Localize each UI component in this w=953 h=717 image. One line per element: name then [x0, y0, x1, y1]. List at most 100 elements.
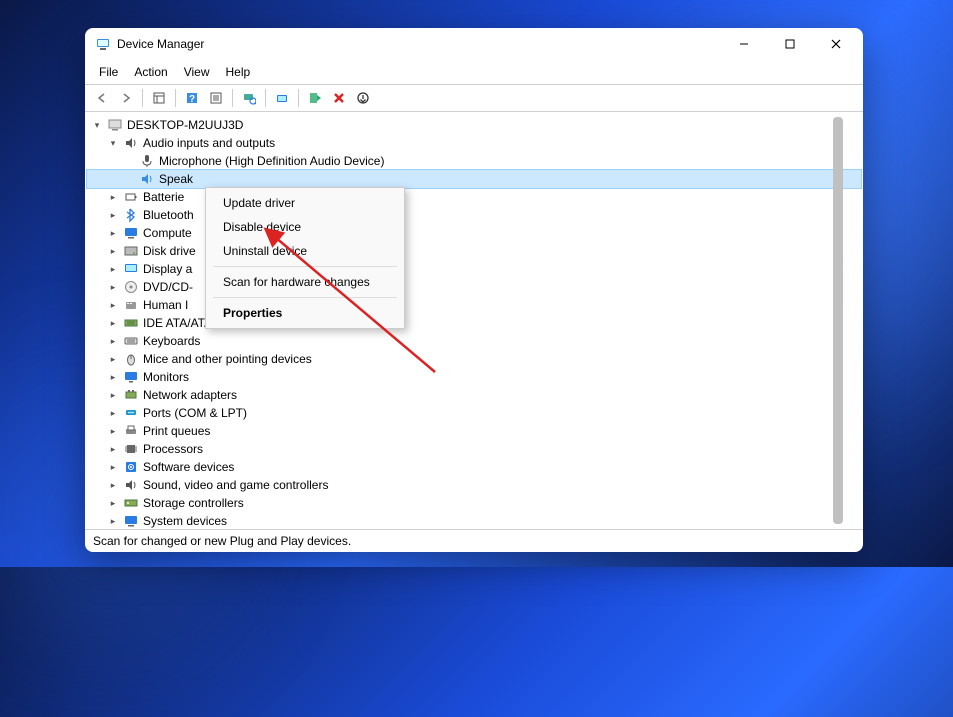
- tree-item-microphone[interactable]: Microphone (High Definition Audio Device…: [87, 152, 861, 170]
- chevron-right-icon[interactable]: ▸: [107, 335, 119, 347]
- chevron-right-icon[interactable]: ▸: [107, 209, 119, 221]
- ctx-properties[interactable]: Properties: [209, 301, 401, 325]
- show-hide-tree-button[interactable]: [148, 87, 170, 109]
- chevron-right-icon[interactable]: ▸: [107, 461, 119, 473]
- chevron-right-icon[interactable]: ▸: [107, 263, 119, 275]
- category-label: Keyboards: [143, 334, 200, 348]
- chevron-right-icon[interactable]: ▸: [107, 389, 119, 401]
- category-icon: [123, 261, 139, 277]
- chevron-right-icon[interactable]: ▸: [107, 497, 119, 509]
- category-label: Processors: [143, 442, 203, 456]
- chevron-right-icon[interactable]: ▸: [107, 443, 119, 455]
- scan-hardware-button[interactable]: [238, 87, 260, 109]
- statusbar: Scan for changed or new Plug and Play de…: [85, 530, 863, 552]
- ctx-disable-device[interactable]: Disable device: [209, 215, 401, 239]
- status-text: Scan for changed or new Plug and Play de…: [93, 534, 351, 548]
- category-label: Disk drive: [143, 244, 196, 258]
- device-tree[interactable]: ▾ DESKTOP-M2UUJ3D ▾ Audio inputs and out…: [85, 112, 863, 530]
- menu-help[interactable]: Help: [218, 62, 259, 82]
- category-label: DVD/CD-: [143, 280, 193, 294]
- tree-category[interactable]: ▸Display a: [87, 260, 861, 278]
- enable-device-button[interactable]: [304, 87, 326, 109]
- tree-category[interactable]: ▸Compute: [87, 224, 861, 242]
- back-button[interactable]: [91, 87, 113, 109]
- minimize-button[interactable]: [721, 28, 767, 60]
- tree-category[interactable]: ▸Print queues: [87, 422, 861, 440]
- tree-category-audio[interactable]: ▾ Audio inputs and outputs: [87, 134, 861, 152]
- category-label: Storage controllers: [143, 496, 244, 510]
- category-icon: [123, 423, 139, 439]
- tree-category[interactable]: ▸ Keyboards: [87, 332, 861, 350]
- close-button[interactable]: [813, 28, 859, 60]
- tree-category[interactable]: ▸Bluetooth: [87, 206, 861, 224]
- category-icon: [123, 441, 139, 457]
- chevron-right-icon[interactable]: ▸: [107, 515, 119, 527]
- category-label: System devices: [143, 514, 227, 528]
- window-title: Device Manager: [117, 37, 721, 51]
- chevron-right-icon[interactable]: ▸: [107, 479, 119, 491]
- tree-category[interactable]: ▸ Disk drive: [87, 242, 861, 260]
- tree-category[interactable]: ▸ Software devices: [87, 458, 861, 476]
- chevron-right-icon[interactable]: ▸: [107, 317, 119, 329]
- forward-button[interactable]: [115, 87, 137, 109]
- category-icon: [123, 279, 139, 295]
- menu-file[interactable]: File: [91, 62, 126, 82]
- ctx-update-driver[interactable]: Update driver: [209, 191, 401, 215]
- category-label: Batterie: [143, 190, 184, 204]
- tree-category[interactable]: ▸IDE ATA/ATAPI controllers: [87, 314, 861, 332]
- root-label: DESKTOP-M2UUJ3D: [127, 118, 243, 132]
- tree-category[interactable]: ▸ Batterie: [87, 188, 861, 206]
- category-icon: [123, 495, 139, 511]
- category-label: Mice and other pointing devices: [143, 352, 312, 366]
- ctx-uninstall-device[interactable]: Uninstall device: [209, 239, 401, 263]
- ctx-scan-hardware[interactable]: Scan for hardware changes: [209, 270, 401, 294]
- chevron-right-icon[interactable]: ▸: [107, 191, 119, 203]
- tree-category[interactable]: ▸Sound, video and game controllers: [87, 476, 861, 494]
- tree-category[interactable]: ▸ Mice and other pointing devices: [87, 350, 861, 368]
- tree-category[interactable]: ▸ Network adapters: [87, 386, 861, 404]
- chevron-right-icon[interactable]: ▸: [107, 353, 119, 365]
- tree-category[interactable]: ▸ Storage controllers: [87, 494, 861, 512]
- chevron-right-icon[interactable]: ▸: [107, 245, 119, 257]
- category-icon: [123, 243, 139, 259]
- tree-category[interactable]: ▸ DVD/CD-: [87, 278, 861, 296]
- chevron-right-icon[interactable]: ▸: [107, 371, 119, 383]
- menubar: File Action View Help: [85, 60, 863, 84]
- chevron-right-icon[interactable]: ▸: [107, 425, 119, 437]
- tree-category[interactable]: ▸Human I: [87, 296, 861, 314]
- chevron-right-icon[interactable]: ▸: [107, 299, 119, 311]
- tree-category[interactable]: ▸ System devices: [87, 512, 861, 530]
- device-label: Microphone (High Definition Audio Device…: [159, 154, 384, 168]
- maximize-button[interactable]: [767, 28, 813, 60]
- category-icon: [123, 405, 139, 421]
- category-icon: [123, 225, 139, 241]
- menu-view[interactable]: View: [176, 62, 218, 82]
- disable-device-button[interactable]: [352, 87, 374, 109]
- category-label: Software devices: [143, 460, 234, 474]
- chevron-right-icon[interactable]: ▸: [107, 227, 119, 239]
- scrollbar[interactable]: [833, 117, 843, 524]
- category-label: Audio inputs and outputs: [143, 136, 275, 150]
- titlebar: Device Manager: [85, 28, 863, 60]
- category-icon: [123, 333, 139, 349]
- chevron-right-icon[interactable]: ▸: [107, 407, 119, 419]
- uninstall-device-button[interactable]: [328, 87, 350, 109]
- tree-category[interactable]: ▸Monitors: [87, 368, 861, 386]
- tree-category[interactable]: ▸Ports (COM & LPT): [87, 404, 861, 422]
- context-menu: Update driver Disable device Uninstall d…: [205, 187, 405, 329]
- speaker-icon: [139, 171, 155, 187]
- menu-action[interactable]: Action: [126, 62, 175, 82]
- properties-button[interactable]: [205, 87, 227, 109]
- category-label: Network adapters: [143, 388, 237, 402]
- chevron-down-icon[interactable]: ▾: [107, 137, 119, 149]
- update-driver-button[interactable]: [271, 87, 293, 109]
- chevron-down-icon[interactable]: ▾: [91, 119, 103, 131]
- toolbar: ?: [85, 84, 863, 112]
- tree-root[interactable]: ▾ DESKTOP-M2UUJ3D: [87, 116, 861, 134]
- chevron-right-icon[interactable]: ▸: [107, 281, 119, 293]
- app-icon: [95, 36, 111, 52]
- tree-category[interactable]: ▸ Processors: [87, 440, 861, 458]
- tree-item-speakers[interactable]: Speak: [87, 170, 861, 188]
- help-button[interactable]: ?: [181, 87, 203, 109]
- svg-text:?: ?: [189, 94, 195, 105]
